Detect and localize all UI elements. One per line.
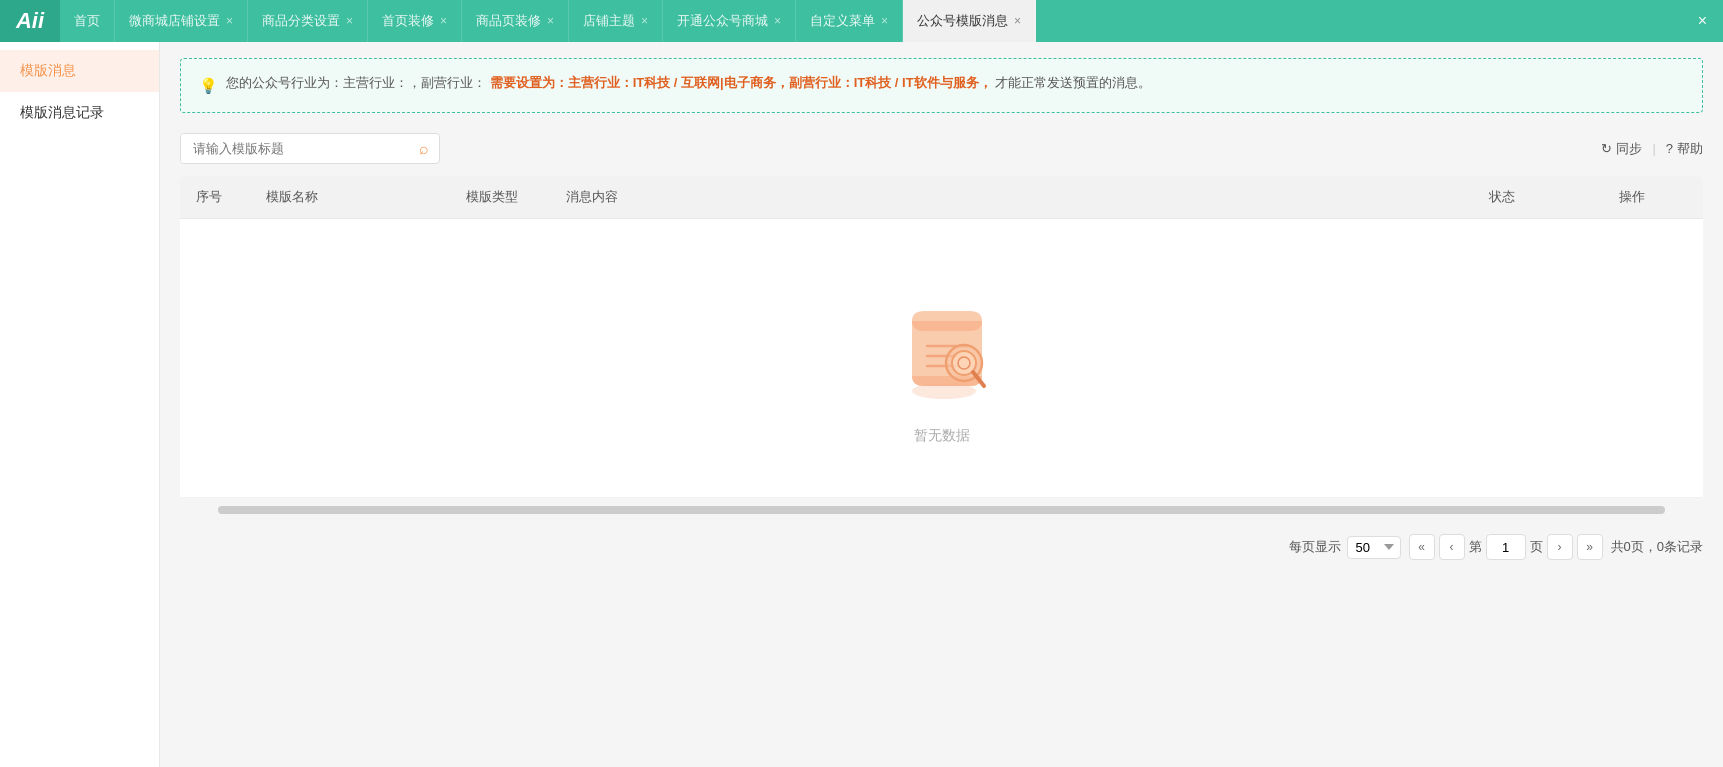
tab-template-msg[interactable]: 公众号模版消息 ×: [903, 0, 1036, 42]
toolbar: ⌕ ↻ 同步 | ? 帮助: [180, 133, 1703, 164]
table-header-row: 序号 模版名称 模版类型 消息内容 状态 操作: [180, 176, 1703, 219]
table-empty-cell: 暂无数据: [180, 219, 1703, 498]
horizontal-scrollbar[interactable]: [180, 506, 1703, 514]
col-header-action: 操作: [1603, 176, 1703, 219]
tab-category-settings-close[interactable]: ×: [346, 14, 353, 28]
first-page-button[interactable]: «: [1409, 534, 1435, 560]
empty-state: 暂无数据: [196, 231, 1687, 485]
page-nav: « ‹ 第 页 › »: [1409, 534, 1603, 560]
sync-icon: ↻: [1601, 141, 1612, 156]
next-page-button[interactable]: ›: [1547, 534, 1573, 560]
bulb-icon: 💡: [199, 74, 218, 98]
tab-category-settings[interactable]: 商品分类设置 ×: [248, 0, 368, 42]
notice-text: 您的公众号行业为：主营行业：，副营行业： 需要设置为：主营行业：IT科技 / 互…: [226, 73, 1151, 94]
sidebar-item-template-msg-label: 模版消息: [20, 62, 76, 78]
tab-template-msg-label: 公众号模版消息: [917, 12, 1008, 30]
search-area: ⌕: [180, 133, 440, 164]
sidebar-item-template-msg[interactable]: 模版消息: [0, 50, 159, 92]
help-icon: ?: [1666, 141, 1673, 156]
toolbar-right: ↻ 同步 | ? 帮助: [1601, 140, 1703, 158]
tab-shop-settings[interactable]: 微商城店铺设置 ×: [115, 0, 248, 42]
tab-store-theme[interactable]: 店铺主题 ×: [569, 0, 663, 42]
global-close-button[interactable]: ×: [1682, 12, 1723, 30]
tab-product-decoration-close[interactable]: ×: [547, 14, 554, 28]
divider: |: [1652, 141, 1655, 156]
notice-suffix: 才能正常发送预置的消息。: [995, 75, 1151, 90]
table-empty-row: 暂无数据: [180, 219, 1703, 498]
content-area: 💡 您的公众号行业为：主营行业：，副营行业： 需要设置为：主营行业：IT科技 /…: [160, 42, 1723, 767]
tab-custom-menu-close[interactable]: ×: [881, 14, 888, 28]
tab-home-label: 首页: [74, 12, 100, 30]
tab-custom-menu[interactable]: 自定义菜单 ×: [796, 0, 903, 42]
tab-home-decoration-close[interactable]: ×: [440, 14, 447, 28]
tab-home-decoration[interactable]: 首页装修 ×: [368, 0, 462, 42]
search-input[interactable]: [181, 134, 409, 163]
nav-tabs: 首页 微商城店铺设置 × 商品分类设置 × 首页装修 × 商品页装修 × 店铺主…: [60, 0, 1682, 42]
tab-shop-settings-label: 微商城店铺设置: [129, 12, 220, 30]
tab-category-settings-label: 商品分类设置: [262, 12, 340, 30]
prev-page-button[interactable]: ‹: [1439, 534, 1465, 560]
sidebar-item-template-msg-record-label: 模版消息记录: [20, 104, 104, 120]
top-nav: Aii 首页 微商城店铺设置 × 商品分类设置 × 首页装修 × 商品页装修 ×…: [0, 0, 1723, 42]
col-header-type: 模版类型: [450, 176, 550, 219]
data-table: 序号 模版名称 模版类型 消息内容 状态 操作: [180, 176, 1703, 498]
col-header-status: 状态: [1473, 176, 1603, 219]
tab-home-decoration-label: 首页装修: [382, 12, 434, 30]
tab-custom-menu-label: 自定义菜单: [810, 12, 875, 30]
tab-open-mall-label: 开通公众号商城: [677, 12, 768, 30]
col-header-name: 模版名称: [250, 176, 450, 219]
sidebar-item-template-msg-record[interactable]: 模版消息记录: [0, 92, 159, 134]
sync-label: 同步: [1616, 140, 1642, 158]
col-header-seq: 序号: [180, 176, 250, 219]
tab-open-mall[interactable]: 开通公众号商城 ×: [663, 0, 796, 42]
tab-store-theme-label: 店铺主题: [583, 12, 635, 30]
tab-home[interactable]: 首页: [60, 0, 115, 42]
help-button[interactable]: ? 帮助: [1666, 140, 1703, 158]
tab-store-theme-close[interactable]: ×: [641, 14, 648, 28]
tab-product-decoration[interactable]: 商品页装修 ×: [462, 0, 569, 42]
total-info: 共0页，0条记录: [1611, 538, 1703, 556]
tab-product-decoration-label: 商品页装修: [476, 12, 541, 30]
tab-template-msg-close[interactable]: ×: [1014, 14, 1021, 28]
last-page-button[interactable]: »: [1577, 534, 1603, 560]
pagination: 每页显示 10 20 50 100 « ‹ 第 页 › » 共0页，0条记录: [180, 522, 1703, 564]
notice-highlight: 需要设置为：主营行业：IT科技 / 互联网|电子商务，副营行业：IT科技 / I…: [490, 75, 992, 90]
tab-shop-settings-close[interactable]: ×: [226, 14, 233, 28]
app-logo: Aii: [0, 0, 60, 42]
search-button[interactable]: ⌕: [409, 140, 439, 158]
per-page-select[interactable]: 10 20 50 100: [1347, 536, 1401, 559]
scrollbar-thumb: [218, 506, 1665, 514]
page-label: 第: [1469, 538, 1482, 556]
empty-text: 暂无数据: [196, 427, 1687, 445]
page-suffix: 页: [1530, 538, 1543, 556]
page-input[interactable]: [1486, 534, 1526, 560]
per-page-label: 每页显示: [1289, 538, 1341, 556]
empty-illustration: [882, 291, 1002, 411]
notice-box: 💡 您的公众号行业为：主营行业：，副营行业： 需要设置为：主营行业：IT科技 /…: [180, 58, 1703, 113]
help-label: 帮助: [1677, 140, 1703, 158]
main-layout: 模版消息 模版消息记录 💡 您的公众号行业为：主营行业：，副营行业： 需要设置为…: [0, 42, 1723, 767]
col-header-content: 消息内容: [550, 176, 1473, 219]
per-page-selector: 每页显示 10 20 50 100: [1289, 536, 1401, 559]
sidebar: 模版消息 模版消息记录: [0, 42, 160, 767]
sync-button[interactable]: ↻ 同步: [1601, 140, 1642, 158]
notice-prefix: 您的公众号行业为：主营行业：，副营行业：: [226, 75, 486, 90]
tab-open-mall-close[interactable]: ×: [774, 14, 781, 28]
